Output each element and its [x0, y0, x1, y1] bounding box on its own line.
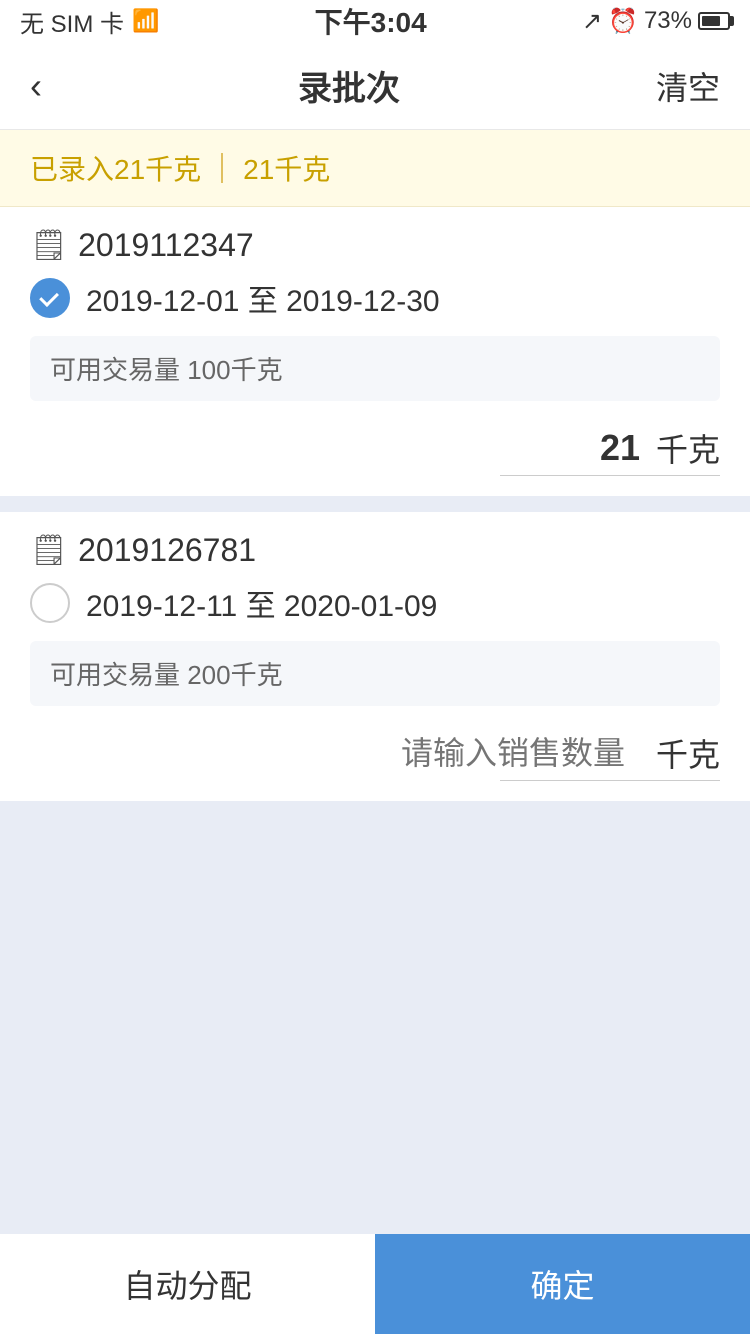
batch1-content: 🗒 2019112347 2019-12-01 至 2019-12-30 可用交… [0, 207, 750, 401]
batch1-quantity-value: 21 [600, 427, 640, 469]
battery-icon [698, 12, 730, 30]
confirm-button[interactable]: 确定 [375, 1234, 750, 1334]
batch2-date-row[interactable]: 2019-12-11 至 2020-01-09 [30, 581, 720, 625]
info-banner: 已录入21千克 21千克 [0, 130, 750, 207]
status-right: ↗ ⏰ 73% [582, 7, 730, 36]
back-button[interactable]: ‹ [30, 65, 42, 107]
batch1-quantity-unit: 千克 [656, 425, 720, 471]
batch2-available: 可用交易量 200千克 [30, 641, 720, 706]
batch2-date: 2019-12-11 至 2020-01-09 [86, 581, 437, 625]
batch2-radio[interactable] [30, 583, 70, 623]
sim-label: 无 SIM 卡 [20, 4, 124, 39]
section-divider [0, 496, 750, 512]
batch1-id-row: 🗒 2019112347 [30, 227, 720, 264]
batch1-radio[interactable] [30, 278, 70, 318]
batch1-date-row[interactable]: 2019-12-01 至 2019-12-30 [30, 276, 720, 320]
recorded-value: 21千克 [243, 148, 330, 188]
location-icon: ↗ [582, 7, 602, 36]
batch1-id: 2019112347 [78, 227, 254, 264]
recorded-label: 已录入21千克 [30, 148, 201, 188]
batch1-card: 🗒 2019112347 2019-12-01 至 2019-12-30 可用交… [0, 207, 750, 496]
status-left: 无 SIM 卡 📶 [20, 4, 159, 39]
status-time: 下午3:04 [315, 1, 427, 41]
bottom-bar: 自动分配 确定 [0, 1234, 750, 1334]
auto-distribute-button[interactable]: 自动分配 [0, 1234, 375, 1334]
batch2-quantity-input[interactable] [320, 735, 640, 772]
batch2-content: 🗒 2019126781 2019-12-11 至 2020-01-09 可用交… [0, 512, 750, 706]
batch2-input-unit: 千克 [656, 730, 720, 776]
alarm-icon: ⏰ [608, 7, 638, 36]
batch1-available: 可用交易量 100千克 [30, 336, 720, 401]
batch2-input-row: 千克 [0, 710, 750, 776]
status-bar: 无 SIM 卡 📶 下午3:04 ↗ ⏰ 73% [0, 0, 750, 42]
page-title: 录批次 [298, 61, 400, 110]
batch2-id-row: 🗒 2019126781 [30, 532, 720, 569]
empty-area [0, 801, 750, 1241]
wifi-icon: 📶 [132, 8, 159, 34]
batch2-id: 2019126781 [78, 532, 256, 569]
batch1-icon: 🗒 [30, 228, 68, 263]
battery-percent: 73% [644, 7, 692, 35]
batch1-date: 2019-12-01 至 2019-12-30 [86, 276, 440, 320]
batch2-card: 🗒 2019126781 2019-12-11 至 2020-01-09 可用交… [0, 512, 750, 801]
banner-divider [221, 153, 223, 183]
clear-button[interactable]: 清空 [656, 63, 720, 109]
batch2-icon: 🗒 [30, 533, 68, 568]
batch1-quantity-row: 21 千克 [0, 405, 750, 471]
nav-bar: ‹ 录批次 清空 [0, 42, 750, 130]
